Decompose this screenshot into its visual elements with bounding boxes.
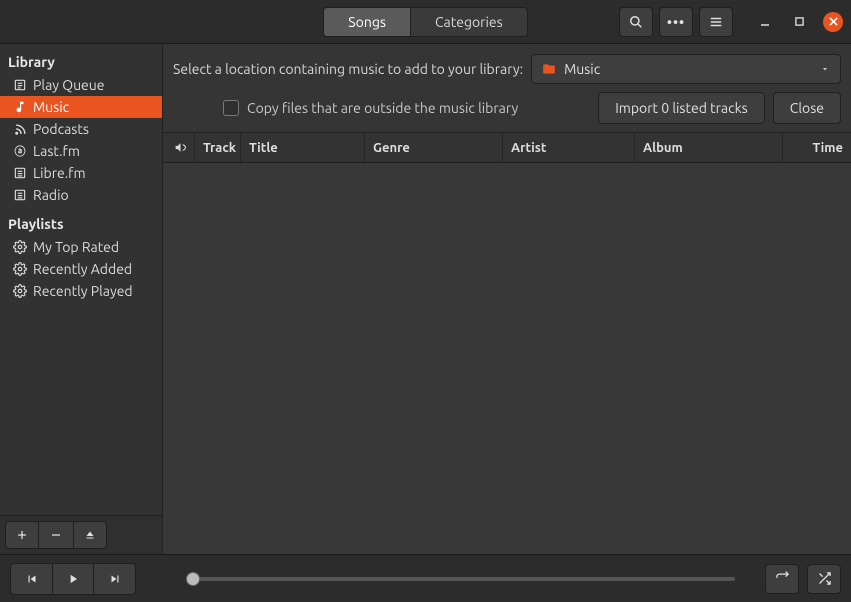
track-table-body [163,163,851,554]
hamburger-menu-button[interactable] [699,7,733,37]
column-artist[interactable]: Artist [503,133,635,162]
column-title[interactable]: Title [241,133,365,162]
plus-icon [16,529,28,541]
close-window-button[interactable] [823,12,843,32]
smart-playlist-icon [12,284,28,298]
sidebar-heading-playlists: Playlists [0,212,162,236]
track-table-header: Track Title Genre Artist Album Time [163,133,851,163]
play-button[interactable] [52,563,94,595]
librefm-icon [12,166,28,180]
titlebar: Songs Categories ••• [0,0,851,44]
sidebar-item-label: Music [33,99,69,115]
shuffle-icon [817,571,832,586]
sidebar-item-label: Last.fm [33,143,80,159]
sidebar-item-recently-played[interactable]: Recently Played [0,280,162,302]
view-toggle: Songs Categories [323,7,527,37]
import-panel: Select a location containing music to ad… [163,44,851,133]
shuffle-button[interactable] [807,564,841,594]
smart-playlist-icon [12,240,28,254]
sidebar-item-label: Podcasts [33,121,89,137]
sidebar-heading-library: Library [0,50,162,74]
music-note-icon [12,100,28,114]
close-icon [829,17,838,26]
smart-playlist-icon [12,262,28,276]
previous-button[interactable] [10,563,52,595]
location-name: Music [564,61,600,77]
remove-playlist-button[interactable] [39,521,73,549]
play-icon [66,572,80,586]
sidebar-item-lastfm[interactable]: ⓐ Last.fm [0,140,162,162]
import-tracks-button[interactable]: Import 0 listed tracks [598,92,765,124]
next-icon [108,572,122,586]
sidebar-item-podcasts[interactable]: Podcasts [0,118,162,140]
radio-icon [12,188,28,202]
sidebar-item-radio[interactable]: Radio [0,184,162,206]
sidebar-item-my-top-rated[interactable]: My Top Rated [0,236,162,258]
folder-icon [542,62,556,76]
close-import-button[interactable]: Close [773,92,841,124]
next-button[interactable] [94,563,136,595]
player-bar [0,554,851,602]
rss-icon [12,123,28,136]
location-selector[interactable]: Music [531,54,841,84]
minimize-window-button[interactable] [755,12,775,32]
sidebar-item-label: Recently Added [33,261,132,277]
column-genre[interactable]: Genre [365,133,503,162]
column-playing[interactable] [167,133,195,162]
sidebar-item-label: My Top Rated [33,239,119,255]
playback-controls [10,563,136,595]
maximize-window-button[interactable] [789,12,809,32]
search-button[interactable] [619,7,653,37]
seek-knob[interactable] [186,572,200,586]
sidebar-item-label: Radio [33,187,69,203]
sidebar-item-label: Libre.fm [33,165,86,181]
eject-button[interactable] [73,521,107,549]
sidebar-item-librefm[interactable]: Libre.fm [0,162,162,184]
content-area: Select a location containing music to ad… [163,44,851,554]
sidebar-item-label: Play Queue [33,77,105,93]
column-time[interactable]: Time [783,133,851,162]
copy-files-checkbox[interactable]: Copy files that are outside the music li… [223,100,518,116]
more-icon: ••• [667,14,685,30]
seek-slider[interactable] [146,577,755,581]
copy-files-label: Copy files that are outside the music li… [247,100,518,116]
lastfm-icon: ⓐ [12,143,28,159]
queue-icon [12,78,28,92]
minus-icon [50,529,62,541]
seek-track [186,577,735,581]
minimize-icon [760,17,770,27]
sidebar-item-music[interactable]: Music [0,96,162,118]
column-track[interactable]: Track [195,133,241,162]
repeat-button[interactable] [765,564,799,594]
speaker-icon [174,141,187,154]
view-songs-tab[interactable]: Songs [324,8,411,36]
maximize-icon [795,17,804,26]
eject-icon [84,529,96,541]
chevron-down-icon [820,64,830,74]
search-icon [629,15,643,29]
hamburger-icon [709,15,723,29]
sidebar-toolbar [0,515,162,554]
repeat-icon [775,571,790,586]
column-album[interactable]: Album [635,133,783,162]
sidebar-item-recently-added[interactable]: Recently Added [0,258,162,280]
sidebar-item-label: Recently Played [33,283,133,299]
previous-icon [25,572,39,586]
view-categories-tab[interactable]: Categories [411,8,527,36]
more-button[interactable]: ••• [659,7,693,37]
import-prompt-label: Select a location containing music to ad… [173,61,523,77]
sidebar-item-play-queue[interactable]: Play Queue [0,74,162,96]
checkbox-box [223,100,239,116]
add-playlist-button[interactable] [5,521,39,549]
sidebar: Library Play Queue Music Podcasts [0,44,163,554]
